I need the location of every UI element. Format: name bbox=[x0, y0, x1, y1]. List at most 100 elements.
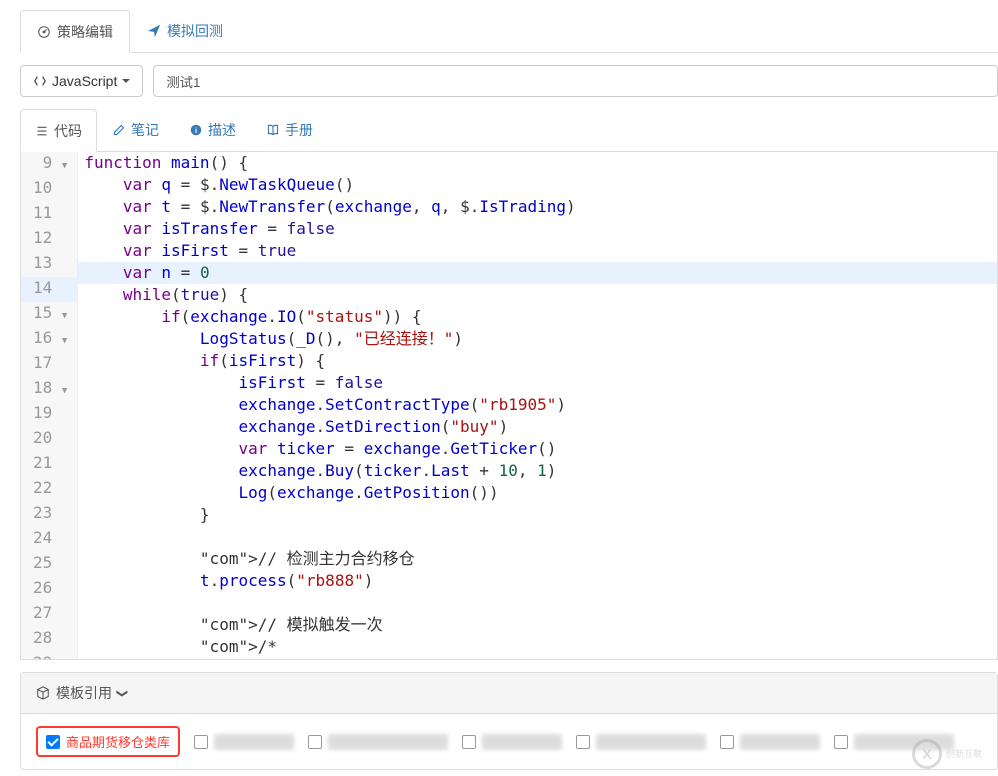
code-line[interactable]: var ticker = exchange.GetTicker() bbox=[78, 438, 997, 460]
package-icon bbox=[36, 686, 50, 700]
line-number: 20 ▼ bbox=[21, 427, 77, 452]
redacted-label bbox=[740, 734, 820, 750]
edit-icon bbox=[112, 123, 126, 137]
checkbox-icon[interactable] bbox=[308, 735, 322, 749]
info-icon: i bbox=[189, 123, 203, 137]
subtab-desc[interactable]: i 描述 bbox=[174, 109, 251, 151]
line-gutter: 9 ▼10 ▼11 ▼12 ▼13 ▼14 ▼15 ▼16 ▼17 ▼18 ▼1… bbox=[21, 152, 78, 659]
tab-label: 模拟回测 bbox=[167, 21, 223, 41]
template-item[interactable] bbox=[462, 734, 562, 750]
code-line[interactable] bbox=[78, 526, 997, 548]
line-number: 18 ▼ bbox=[21, 377, 77, 402]
subtab-label: 手册 bbox=[285, 120, 313, 140]
subtab-code[interactable]: 代码 bbox=[20, 109, 97, 152]
line-number: 27 ▼ bbox=[21, 602, 77, 627]
checkbox-icon[interactable] bbox=[194, 735, 208, 749]
code-content[interactable]: function main() { var q = $.NewTaskQueue… bbox=[78, 152, 997, 659]
language-selector[interactable]: JavaScript bbox=[20, 65, 143, 97]
line-number: 11 ▼ bbox=[21, 202, 77, 227]
toolbar: JavaScript bbox=[20, 65, 998, 97]
checkbox-icon[interactable] bbox=[576, 735, 590, 749]
template-list: 商品期货移仓类库 bbox=[21, 714, 997, 769]
line-number: 17 ▼ bbox=[21, 352, 77, 377]
tab-label: 策略编辑 bbox=[57, 22, 113, 42]
line-number: 16 ▼ bbox=[21, 327, 77, 352]
line-number: 23 ▼ bbox=[21, 502, 77, 527]
code-line[interactable]: "com">// 模拟触发一次 bbox=[78, 614, 997, 636]
list-icon bbox=[35, 124, 49, 138]
tab-strategy-edit[interactable]: 策略编辑 bbox=[20, 10, 130, 53]
line-number: 24 ▼ bbox=[21, 527, 77, 552]
code-line[interactable]: var t = $.NewTransfer(exchange, q, $.IsT… bbox=[78, 196, 997, 218]
line-number: 26 ▼ bbox=[21, 577, 77, 602]
code-line[interactable]: while(true) { bbox=[78, 284, 997, 306]
svg-text:i: i bbox=[195, 126, 197, 135]
line-number: 19 ▼ bbox=[21, 402, 77, 427]
code-icon bbox=[33, 74, 47, 88]
code-line[interactable]: function main() { bbox=[78, 152, 997, 174]
code-line[interactable]: t.process("rb888") bbox=[78, 570, 997, 592]
language-label: JavaScript bbox=[52, 73, 117, 89]
line-number: 12 ▼ bbox=[21, 227, 77, 252]
tab-backtest[interactable]: 模拟回测 bbox=[130, 10, 240, 52]
line-number: 14 ▼ bbox=[21, 277, 77, 302]
code-line[interactable]: "com">// 检测主力合约移仓 bbox=[78, 548, 997, 570]
code-line[interactable]: if(isFirst) { bbox=[78, 350, 997, 372]
template-item[interactable] bbox=[720, 734, 820, 750]
subtab-manual[interactable]: 手册 bbox=[251, 109, 328, 151]
chevron-down-icon: ❯ bbox=[116, 688, 129, 697]
code-line[interactable]: var n = 0 bbox=[78, 262, 997, 284]
line-number: 13 ▼ bbox=[21, 252, 77, 277]
code-line[interactable]: var isTransfer = false bbox=[78, 218, 997, 240]
line-number: 10 ▼ bbox=[21, 177, 77, 202]
code-line[interactable]: isFirst = false bbox=[78, 372, 997, 394]
top-tabs: 策略编辑 模拟回测 bbox=[20, 10, 998, 53]
line-number: 9 ▼ bbox=[21, 152, 77, 177]
watermark: 创新互联 bbox=[912, 736, 992, 772]
checkbox-icon[interactable] bbox=[46, 735, 60, 749]
code-editor[interactable]: 9 ▼10 ▼11 ▼12 ▼13 ▼14 ▼15 ▼16 ▼17 ▼18 ▼1… bbox=[20, 152, 998, 660]
line-number: 15 ▼ bbox=[21, 302, 77, 327]
template-item[interactable] bbox=[194, 734, 294, 750]
book-icon bbox=[266, 123, 280, 137]
code-line[interactable]: var isFirst = true bbox=[78, 240, 997, 262]
line-number: 25 ▼ bbox=[21, 552, 77, 577]
subtab-label: 代码 bbox=[54, 121, 82, 141]
line-number: 29 ▼ bbox=[21, 652, 77, 660]
checkbox-icon[interactable] bbox=[462, 735, 476, 749]
code-line[interactable]: if(exchange.IO("status")) { bbox=[78, 306, 997, 328]
panel-title: 模板引用 bbox=[56, 683, 112, 703]
redacted-label bbox=[596, 734, 706, 750]
line-number: 21 ▼ bbox=[21, 452, 77, 477]
redacted-label bbox=[214, 734, 294, 750]
line-number: 28 ▼ bbox=[21, 627, 77, 652]
template-item[interactable] bbox=[576, 734, 706, 750]
code-line[interactable]: var q = $.NewTaskQueue() bbox=[78, 174, 997, 196]
checkbox-icon[interactable] bbox=[834, 735, 848, 749]
subtab-label: 笔记 bbox=[131, 120, 159, 140]
code-line[interactable]: "com">/* bbox=[78, 636, 997, 658]
code-line[interactable]: Log(exchange.GetPosition()) bbox=[78, 482, 997, 504]
dashboard-icon bbox=[37, 25, 51, 39]
template-panel-header[interactable]: 模板引用 ❯ bbox=[21, 673, 997, 714]
strategy-name-input[interactable] bbox=[153, 65, 998, 97]
code-line[interactable]: exchange.Buy(ticker.Last + 10, 1) bbox=[78, 460, 997, 482]
plane-icon bbox=[147, 24, 161, 38]
checkbox-icon[interactable] bbox=[720, 735, 734, 749]
code-line[interactable]: exchange.SetDirection("buy") bbox=[78, 416, 997, 438]
chevron-down-icon bbox=[122, 79, 130, 83]
template-panel: 模板引用 ❯ 商品期货移仓类库 bbox=[20, 672, 998, 770]
subtab-note[interactable]: 笔记 bbox=[97, 109, 174, 151]
template-item[interactable] bbox=[308, 734, 448, 750]
template-label: 商品期货移仓类库 bbox=[66, 732, 170, 751]
subtab-label: 描述 bbox=[208, 120, 236, 140]
redacted-label bbox=[482, 734, 562, 750]
sub-tabs: 代码 笔记 i 描述 手册 bbox=[20, 109, 998, 152]
code-line[interactable]: LogStatus(_D(), "已经连接！") bbox=[78, 328, 997, 350]
code-line[interactable]: } bbox=[78, 504, 997, 526]
redacted-label bbox=[328, 734, 448, 750]
code-line[interactable] bbox=[78, 592, 997, 614]
template-item-selected[interactable]: 商品期货移仓类库 bbox=[36, 726, 180, 757]
code-line[interactable]: exchange.SetContractType("rb1905") bbox=[78, 394, 997, 416]
line-number: 22 ▼ bbox=[21, 477, 77, 502]
